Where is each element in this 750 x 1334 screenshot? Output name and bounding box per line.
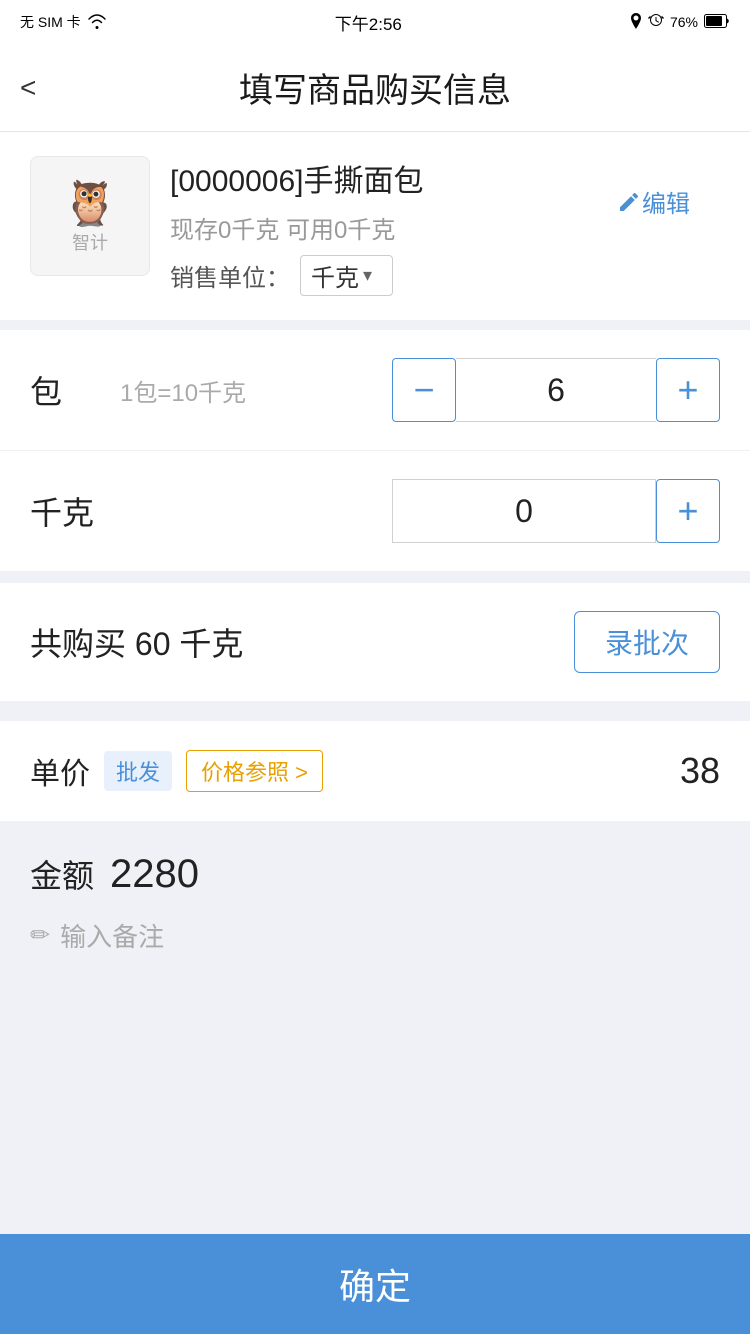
- carrier-text: 无 SIM 卡: [20, 12, 81, 32]
- battery-icon: [704, 14, 730, 31]
- bao-decrement-button[interactable]: −: [392, 358, 456, 422]
- product-card: 🦉 智计 [0000006]手撕面包 编辑 现存0千克 可用0千克 销售单位： …: [0, 132, 750, 320]
- total-row: 共购买 60 千克 录批次: [0, 583, 750, 701]
- pencil-icon: ✏: [30, 921, 50, 950]
- edit-label: 编辑: [642, 184, 690, 219]
- product-info: [0000006]手撕面包 编辑 现存0千克 可用0千克 销售单位： 千克 ▾: [170, 156, 720, 296]
- wifi-icon: [87, 13, 107, 32]
- qianke-quantity-control: +: [392, 479, 720, 543]
- nav-bar: < 填写商品购买信息: [0, 44, 750, 132]
- remark-placeholder: 输入备注: [60, 917, 164, 954]
- product-logo-text: 智计: [63, 229, 118, 255]
- qianke-increment-button[interactable]: +: [656, 479, 720, 543]
- bao-quantity-input[interactable]: [456, 358, 656, 422]
- amount-label: 金额: [30, 851, 94, 897]
- bao-input-row: 包 1包=10千克 − +: [0, 330, 750, 451]
- price-reference-button[interactable]: 价格参照 >: [186, 750, 323, 792]
- product-thumbnail: 🦉 智计: [30, 156, 150, 276]
- battery-text: 76%: [670, 14, 698, 30]
- status-time: 下午2:56: [335, 10, 402, 35]
- price-row: 单价 批发 价格参照 > 38: [30, 749, 720, 793]
- price-value: 38: [680, 750, 720, 792]
- back-button[interactable]: <: [20, 72, 36, 104]
- batch-record-button[interactable]: 录批次: [574, 611, 720, 673]
- qianke-quantity-input[interactable]: [392, 479, 656, 543]
- bao-label: 包: [30, 367, 110, 413]
- price-section: 单价 批发 价格参照 > 38: [0, 721, 750, 821]
- unit-select[interactable]: 千克 ▾: [300, 255, 393, 296]
- bao-sub-label: 1包=10千克: [120, 373, 392, 408]
- amount-value: 2280: [110, 852, 199, 897]
- location-icon: [630, 13, 642, 32]
- amount-section: 金额 2280 ✏ 输入备注: [0, 823, 750, 974]
- qianke-input-row: 千克 +: [0, 451, 750, 571]
- total-text: 共购买 60 千克: [30, 619, 243, 665]
- status-bar: 无 SIM 卡 下午2:56 76%: [0, 0, 750, 44]
- edit-button[interactable]: 编辑: [620, 184, 690, 219]
- bao-quantity-control: − +: [392, 358, 720, 422]
- bao-increment-button[interactable]: +: [656, 358, 720, 422]
- remark-row[interactable]: ✏ 输入备注: [30, 917, 720, 954]
- qianke-label: 千克: [30, 488, 110, 534]
- unit-value: 千克: [311, 258, 359, 293]
- status-left: 无 SIM 卡: [20, 12, 107, 32]
- page-title: 填写商品购买信息: [239, 63, 511, 112]
- price-label: 单价: [30, 749, 90, 793]
- input-section: 包 1包=10千克 − + 千克 +: [0, 330, 750, 571]
- unit-label: 销售单位：: [170, 258, 290, 293]
- confirm-button[interactable]: 确定: [0, 1234, 750, 1334]
- product-unit-row: 销售单位： 千克 ▾: [170, 255, 720, 296]
- status-right: 76%: [630, 13, 730, 32]
- amount-row: 金额 2280: [30, 851, 720, 897]
- dropdown-icon: ▾: [363, 265, 372, 286]
- batch-tag: 批发: [104, 751, 172, 791]
- alarm-icon: [648, 13, 664, 32]
